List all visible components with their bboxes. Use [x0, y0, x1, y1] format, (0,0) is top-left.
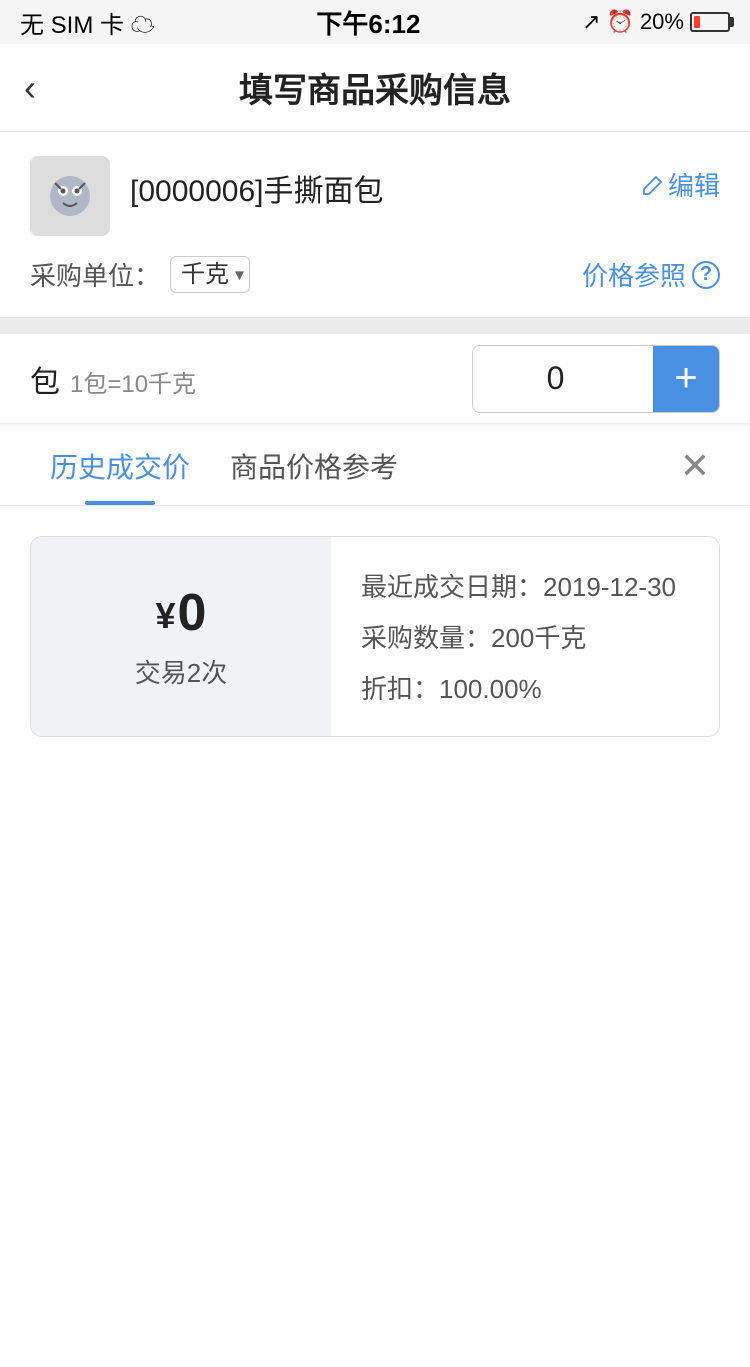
- battery-icon: [690, 12, 730, 32]
- history-date-label: 最近成交日期：: [361, 572, 543, 602]
- history-qty-label: 采购数量：: [361, 623, 491, 653]
- tabs-close-button[interactable]: ✕: [670, 435, 720, 497]
- status-time: 下午6:12: [316, 4, 420, 41]
- history-discount-row: 折扣：100.00%: [361, 669, 689, 706]
- product-name: [0000006]手撕面包: [130, 156, 383, 210]
- edit-button[interactable]: 编辑: [642, 156, 720, 203]
- price-ref-button[interactable]: 价格参照 ?: [582, 256, 720, 293]
- quantity-unit: 包: [30, 357, 60, 401]
- unit-select-wrapper[interactable]: 千克 克 包: [170, 256, 250, 293]
- tab-underline: [85, 501, 155, 505]
- tabs-panel: 历史成交价 商品价格参考 ✕ ¥0 交易2次 最近成交日期：2019-12-30: [0, 426, 750, 767]
- history-list: ¥0 交易2次 最近成交日期：2019-12-30 采购数量：200千克 折扣：…: [0, 506, 750, 767]
- history-card: ¥0 交易2次 最近成交日期：2019-12-30 采购数量：200千克 折扣：…: [30, 536, 720, 737]
- history-discount-value: 100.00%: [439, 674, 542, 704]
- history-date-value: 2019-12-30: [543, 572, 676, 602]
- divider: [0, 318, 750, 334]
- unit-row: 采购单位： 千克 克 包: [30, 256, 250, 293]
- history-date-row: 最近成交日期：2019-12-30: [361, 567, 689, 604]
- history-trades: 交易2次: [135, 653, 227, 690]
- location-icon: ↗: [582, 9, 600, 35]
- quantity-row: 包 1包=10千克 +: [0, 334, 750, 424]
- page-title: 填写商品采购信息: [239, 63, 511, 112]
- price-ref-label: 价格参照: [582, 256, 686, 293]
- tabs-list: 历史成交价 商品价格参考: [30, 427, 418, 505]
- help-icon: ?: [692, 261, 720, 289]
- product-card: [0000006]手撕面包 编辑 采购单位： 千克 克 包 价格参照 ?: [0, 132, 750, 318]
- status-bar: 无 SIM 卡 ☁ 下午6:12 ↗ ⏰ 20%: [0, 0, 750, 44]
- history-details: 最近成交日期：2019-12-30 采购数量：200千克 折扣：100.00%: [331, 537, 719, 736]
- quantity-plus-button[interactable]: +: [653, 346, 719, 412]
- quantity-input[interactable]: [473, 346, 653, 412]
- nav-bar: ‹ 填写商品采购信息: [0, 44, 750, 132]
- alarm-icon: ⏰: [607, 9, 634, 35]
- status-right: ↗ ⏰ 20%: [582, 9, 730, 35]
- quantity-sublabel: 1包=10千克: [70, 364, 196, 399]
- history-price-section: ¥0 交易2次: [31, 537, 331, 736]
- unit-select[interactable]: 千克 克 包: [170, 256, 250, 293]
- history-discount-label: 折扣：: [361, 674, 439, 704]
- quantity-controls: +: [472, 345, 720, 413]
- back-button[interactable]: ‹: [24, 67, 36, 109]
- status-left: 无 SIM 卡 ☁: [20, 5, 155, 40]
- history-qty-value: 200千克: [491, 623, 586, 653]
- yen-symbol: ¥: [156, 595, 176, 636]
- history-price: ¥0: [156, 583, 207, 643]
- product-thumbnail: [30, 156, 110, 236]
- tab-product-price-ref[interactable]: 商品价格参考: [210, 427, 418, 505]
- tab-history-price[interactable]: 历史成交价: [30, 427, 210, 505]
- price-value: 0: [178, 584, 207, 642]
- tabs-header: 历史成交价 商品价格参考 ✕: [0, 426, 750, 506]
- history-qty-row: 采购数量：200千克: [361, 618, 689, 655]
- page-rest: [0, 767, 750, 1367]
- battery-percent: 20%: [640, 9, 684, 35]
- no-sim-label: 无 SIM 卡 ☁: [20, 5, 155, 40]
- quantity-label: 包 1包=10千克: [30, 357, 196, 401]
- unit-label: 采购单位：: [30, 256, 160, 293]
